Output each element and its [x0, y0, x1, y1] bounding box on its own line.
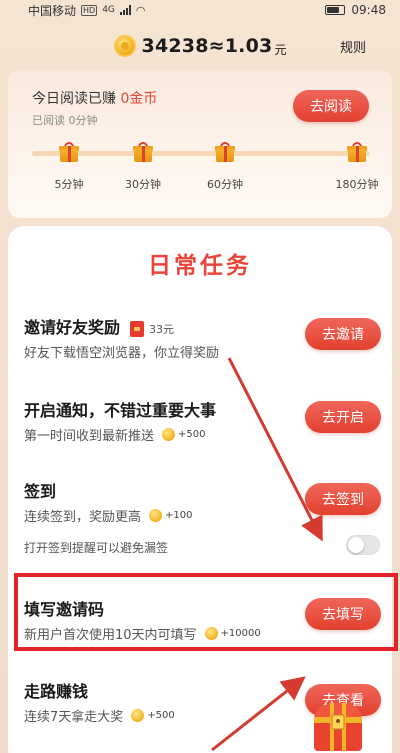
coin-count: 34238 — [141, 35, 209, 57]
cash-reward: 33元 — [149, 323, 175, 336]
task-desc: 第一时间收到最新推送 +500 — [24, 425, 205, 444]
task-desc: 连续签到，奖励更高 +100 — [24, 506, 192, 525]
check-in-reminder-label: 打开签到提醒可以避免漏签 — [24, 541, 169, 555]
hd-badge: HD — [81, 4, 98, 16]
coin-icon — [149, 509, 163, 522]
task-desc-text: 连续签到，奖励更高 — [24, 510, 142, 525]
task-title: 签到 — [24, 482, 57, 501]
go-invite-button[interactable]: 去邀请 — [305, 318, 381, 350]
status-left: 中国移动 HD 4G ◠ — [28, 2, 146, 19]
reading-earned: 0金币 — [120, 91, 158, 107]
milestone-label: 30分钟 — [125, 178, 161, 191]
coin-balance: 34238≈1.03 — [142, 35, 273, 57]
cash-unit: 元 — [274, 42, 287, 57]
gift-icon[interactable] — [347, 142, 367, 162]
daily-tasks-heading: 日常任务 — [148, 253, 252, 279]
gift-icon[interactable] — [215, 142, 235, 162]
task-desc-text: 第一时间收到最新推送 — [24, 429, 155, 444]
coin-icon — [162, 428, 176, 441]
wifi-icon: ◠ — [135, 3, 146, 17]
task-desc-text: 连续7天拿走大奖 — [24, 710, 124, 725]
rules-link[interactable]: 规则 — [340, 37, 366, 56]
milestone-label: 60分钟 — [207, 178, 243, 191]
reading-subtitle: 已阅读 0分钟 — [32, 114, 98, 127]
clock: 09:48 — [351, 3, 386, 17]
coin-icon — [113, 35, 136, 57]
task-title-text: 邀请好友奖励 — [24, 318, 121, 337]
reading-title-prefix: 今日阅读已赚 — [32, 91, 116, 107]
coin-reward: +500 — [147, 710, 175, 721]
check-in-reminder-toggle[interactable] — [346, 535, 380, 555]
milestone-label: 5分钟 — [54, 178, 84, 191]
task-desc: 连续7天拿走大奖 +500 — [24, 706, 175, 725]
milestone-label: 180分钟 — [335, 178, 379, 191]
status-right: 09:48 — [325, 3, 386, 17]
signal-icon — [119, 5, 131, 15]
daily-tasks-card: 日常任务 邀请好友奖励 33元 好友下载悟空浏览器，你立得奖励 去邀请 开启通知，… — [8, 226, 392, 753]
cash-approx: ≈1.03 — [208, 35, 273, 57]
network-type: 4G — [102, 5, 115, 15]
gift-icon[interactable] — [133, 142, 153, 162]
task-title: 走路赚钱 — [24, 682, 89, 701]
go-enable-button[interactable]: 去开启 — [305, 401, 381, 433]
go-read-button[interactable]: 去阅读 — [293, 90, 369, 122]
reading-progress-bar — [32, 151, 370, 156]
highlight-box — [14, 573, 398, 651]
treasure-chest-icon[interactable] — [310, 697, 366, 753]
coin-reward: +100 — [165, 510, 193, 521]
status-bar: 中国移动 HD 4G ◠ 09:48 — [0, 0, 400, 20]
balance-header: 34238≈1.03 元 规则 — [0, 28, 400, 64]
task-desc: 好友下载悟空浏览器，你立得奖励 — [24, 346, 220, 361]
task-title: 开启通知，不错过重要大事 — [24, 401, 217, 420]
reading-card: 今日阅读已赚 0金币 已阅读 0分钟 去阅读 5分钟 30分钟 60分钟 180… — [8, 70, 392, 218]
reading-title: 今日阅读已赚 0金币 — [32, 88, 157, 108]
red-packet-icon — [130, 320, 145, 337]
carrier-label: 中国移动 — [28, 3, 77, 18]
coin-reward: +500 — [178, 429, 206, 440]
task-title: 邀请好友奖励 33元 — [24, 314, 174, 338]
gift-icon[interactable] — [59, 142, 79, 162]
go-check-in-button[interactable]: 去签到 — [305, 483, 381, 515]
battery-icon — [325, 5, 346, 15]
coin-icon — [131, 709, 145, 722]
